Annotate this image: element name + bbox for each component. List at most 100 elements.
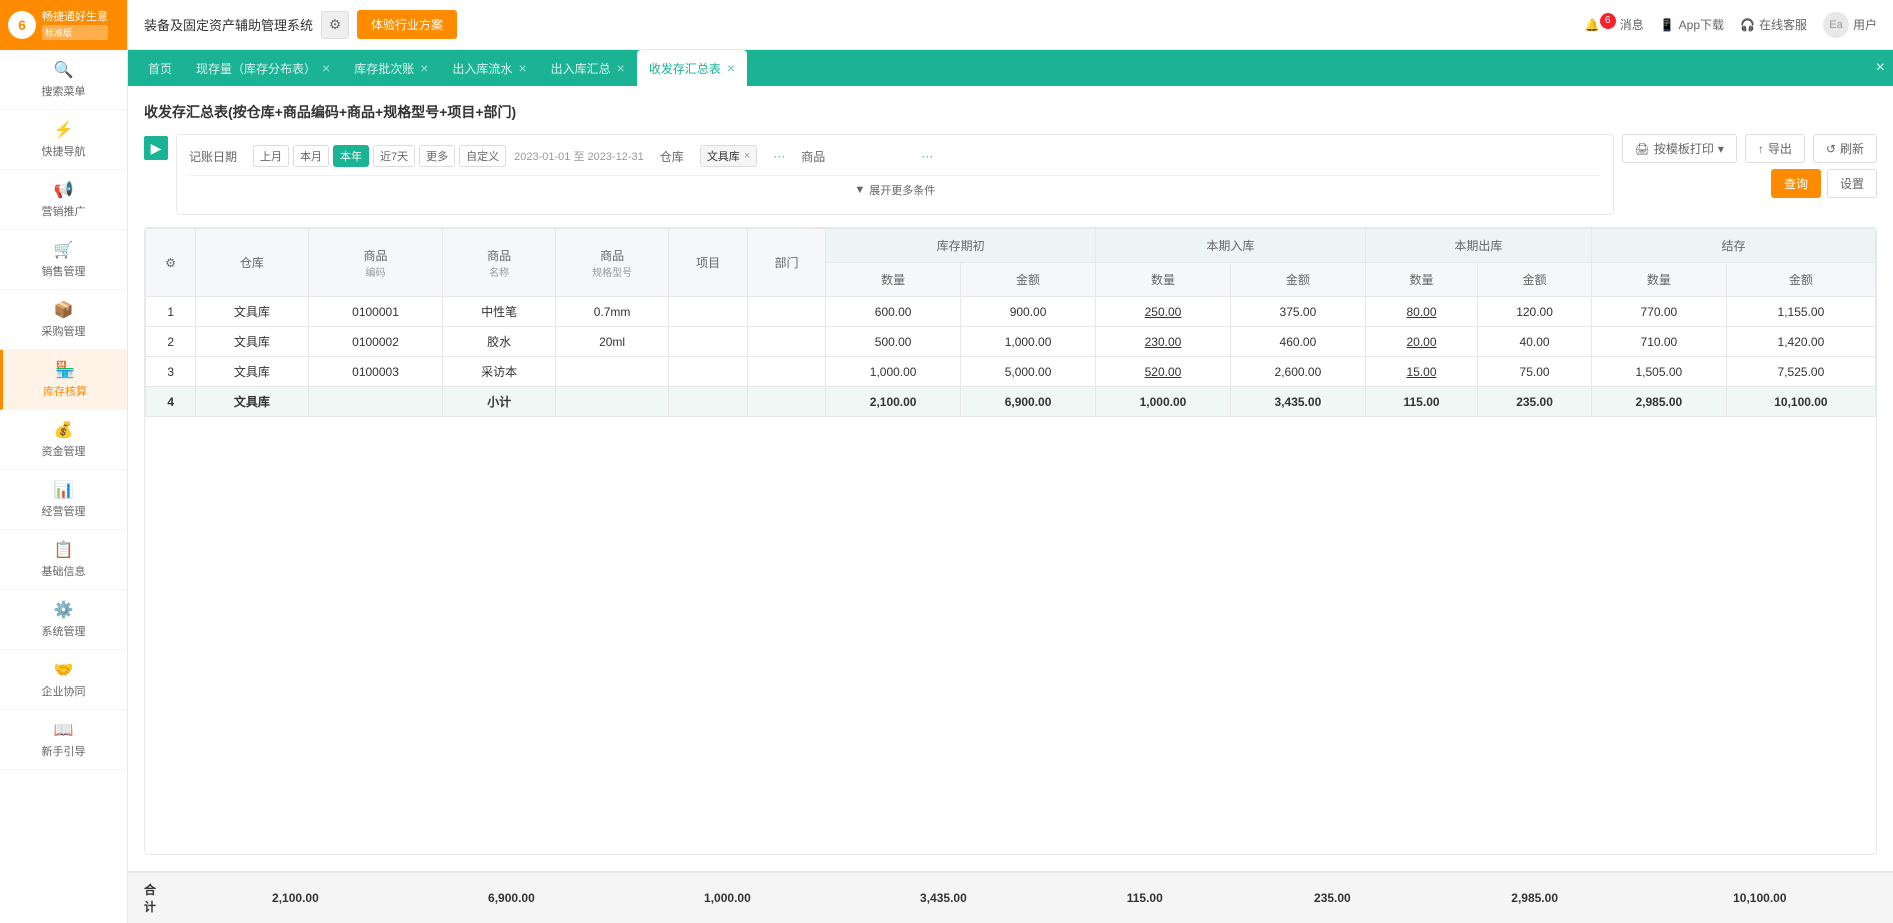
table-row: 2 文具库 0100002 胶水 20ml 500.00 1,000.00 23…: [146, 327, 1876, 357]
tab-recv-send-summary[interactable]: 收发存汇总表 ×: [637, 50, 747, 86]
main-content: 装备及固定资产辅助管理系统 ⚙ 体验行业方案 🔔 6 消息 📱 App下载 🎧 …: [128, 0, 1893, 923]
refresh-button[interactable]: ↺ 刷新: [1813, 134, 1877, 163]
guide-icon: 📖: [54, 720, 74, 740]
app-download-item[interactable]: 📱 App下载: [1660, 16, 1724, 33]
warehouse-tag-close[interactable]: ×: [744, 150, 750, 162]
logo: 6 畅捷通好生意 标准版: [0, 0, 127, 50]
tab-inout-summary[interactable]: 出入库汇总 ×: [539, 50, 637, 86]
query-button[interactable]: 查询: [1771, 169, 1821, 198]
cell-in-qty[interactable]: 230.00: [1096, 327, 1231, 357]
warehouse-more[interactable]: ···: [773, 149, 785, 163]
th-goods-code: 商品编码: [308, 229, 443, 297]
export-label: 导出: [1768, 140, 1792, 157]
basic-icon: 📋: [54, 540, 74, 560]
cell-out-qty[interactable]: 15.00: [1365, 357, 1477, 387]
tab-close-icon[interactable]: ×: [518, 60, 526, 76]
notification-badge: 6: [1600, 13, 1616, 29]
cell-dept: [747, 297, 825, 327]
date-btn-last-month[interactable]: 上月: [253, 145, 289, 167]
tab-batch-label: 库存批次账: [354, 60, 414, 77]
sidebar-item-sales[interactable]: 🛒 销售管理: [0, 230, 127, 290]
warehouse-filter-tag[interactable]: 文具库 ×: [700, 145, 757, 167]
cell-code: [308, 387, 443, 417]
cell-dept: [747, 387, 825, 417]
sidebar-item-guide[interactable]: 📖 新手引导: [0, 710, 127, 770]
filter-panel: 记账日期 上月 本月 本年 近7天 更多 自定义 2023-01-01 至 20…: [176, 134, 1614, 215]
sidebar-item-label: 销售管理: [42, 263, 86, 279]
refresh-label: 刷新: [1840, 140, 1864, 157]
tab-home[interactable]: 首页: [136, 50, 184, 86]
date-btn-custom[interactable]: 自定义: [459, 145, 506, 167]
notification-label: 消息: [1620, 16, 1644, 33]
logo-text: 畅捷通好生意: [42, 10, 108, 24]
tab-close-icon[interactable]: ×: [322, 60, 330, 76]
sidebar-item-marketing[interactable]: 📢 营销推广: [0, 170, 127, 230]
sales-icon: 🛒: [54, 240, 74, 260]
sidebar-item-enterprise[interactable]: 🤝 企业协同: [0, 650, 127, 710]
cell-out-amt: 40.00: [1478, 327, 1592, 357]
total-opening-amt: 6,900.00: [403, 891, 619, 905]
expand-filter-button[interactable]: ▶: [144, 136, 168, 160]
th-settings[interactable]: ⚙: [146, 229, 196, 297]
cell-in-qty[interactable]: 520.00: [1096, 357, 1231, 387]
cell-warehouse: 文具库: [196, 327, 308, 357]
sidebar-item-purchase[interactable]: 📦 采购管理: [0, 290, 127, 350]
date-btn-this-year[interactable]: 本年: [333, 145, 369, 167]
th-opening-group: 库存期初: [826, 229, 1096, 263]
goods-more[interactable]: ···: [921, 149, 933, 163]
cell-no: 3: [146, 357, 196, 387]
cell-spec: [555, 387, 669, 417]
expand-conditions-btn[interactable]: ▼ 展开更多条件: [189, 175, 1601, 204]
close-all-tabs[interactable]: ×: [1876, 59, 1885, 77]
print-button[interactable]: 🖨 按模板打印 ▾: [1622, 134, 1737, 163]
online-service-item[interactable]: 🎧 在线客服: [1740, 16, 1807, 33]
gear-button[interactable]: ⚙: [321, 11, 349, 39]
tab-close-icon[interactable]: ×: [420, 60, 428, 76]
cell-in-qty: 1,000.00: [1096, 387, 1231, 417]
cell-out-qty[interactable]: 80.00: [1365, 297, 1477, 327]
sidebar-item-search[interactable]: 🔍 搜索菜单: [0, 50, 127, 110]
sidebar-item-label: 搜索菜单: [42, 83, 86, 99]
logo-badge: 标准版: [42, 25, 108, 40]
cell-no: 4: [146, 387, 196, 417]
phone-icon: 📱: [1660, 18, 1675, 32]
cell-closing-amt: 1,420.00: [1726, 327, 1875, 357]
page-title: 收发存汇总表(按仓库+商品编码+商品+规格型号+项目+部门): [144, 102, 1877, 122]
sidebar-item-label: 营销推广: [42, 203, 86, 219]
cell-name: 小计: [443, 387, 555, 417]
sidebar-item-system[interactable]: ⚙️ 系统管理: [0, 590, 127, 650]
cell-in-qty[interactable]: 250.00: [1096, 297, 1231, 327]
cell-in-amt: 460.00: [1230, 327, 1365, 357]
trial-button[interactable]: 体验行业方案: [357, 10, 457, 39]
sidebar-item-label: 快捷导航: [42, 143, 86, 159]
settings-btn[interactable]: 设置: [1827, 169, 1877, 198]
tab-close-icon[interactable]: ×: [727, 60, 735, 76]
cell-opening-qty: 2,100.00: [826, 387, 961, 417]
tab-inout-flow[interactable]: 出入库流水 ×: [440, 50, 538, 86]
th-warehouse: 仓库: [196, 229, 308, 297]
tab-close-icon[interactable]: ×: [617, 60, 625, 76]
user-item[interactable]: Ea 用户: [1823, 12, 1877, 38]
export-button[interactable]: ↑ 导出: [1745, 134, 1805, 163]
date-btn-7days[interactable]: 近7天: [373, 145, 415, 167]
date-btn-more[interactable]: 更多: [419, 145, 455, 167]
sidebar-item-basic[interactable]: 📋 基础信息: [0, 530, 127, 590]
cell-no: 2: [146, 327, 196, 357]
tab-batch[interactable]: 库存批次账 ×: [342, 50, 440, 86]
sidebar-item-quick-nav[interactable]: ⚡ 快捷导航: [0, 110, 127, 170]
sidebar-item-label: 库存核算: [43, 383, 87, 399]
sidebar-item-finance[interactable]: 💰 资金管理: [0, 410, 127, 470]
date-btn-this-month[interactable]: 本月: [293, 145, 329, 167]
sidebar-item-label: 系统管理: [42, 623, 86, 639]
cell-out-qty[interactable]: 20.00: [1365, 327, 1477, 357]
cell-spec: [555, 357, 669, 387]
cell-closing-amt: 7,525.00: [1726, 357, 1875, 387]
sidebar-item-operation[interactable]: 📊 经营管理: [0, 470, 127, 530]
cell-closing-qty: 710.00: [1591, 327, 1726, 357]
table-row: 4 文具库 小计 2,100.00 6,900.00 1,000.00 3,43…: [146, 387, 1876, 417]
sidebar-item-label: 企业协同: [42, 683, 86, 699]
sidebar-item-inventory[interactable]: 🏪 库存核算: [0, 350, 127, 410]
cell-warehouse: 文具库: [196, 387, 308, 417]
tab-inventory-dist[interactable]: 现存量（库存分布表） ×: [184, 50, 342, 86]
notification-item[interactable]: 🔔 6 消息: [1585, 16, 1644, 33]
